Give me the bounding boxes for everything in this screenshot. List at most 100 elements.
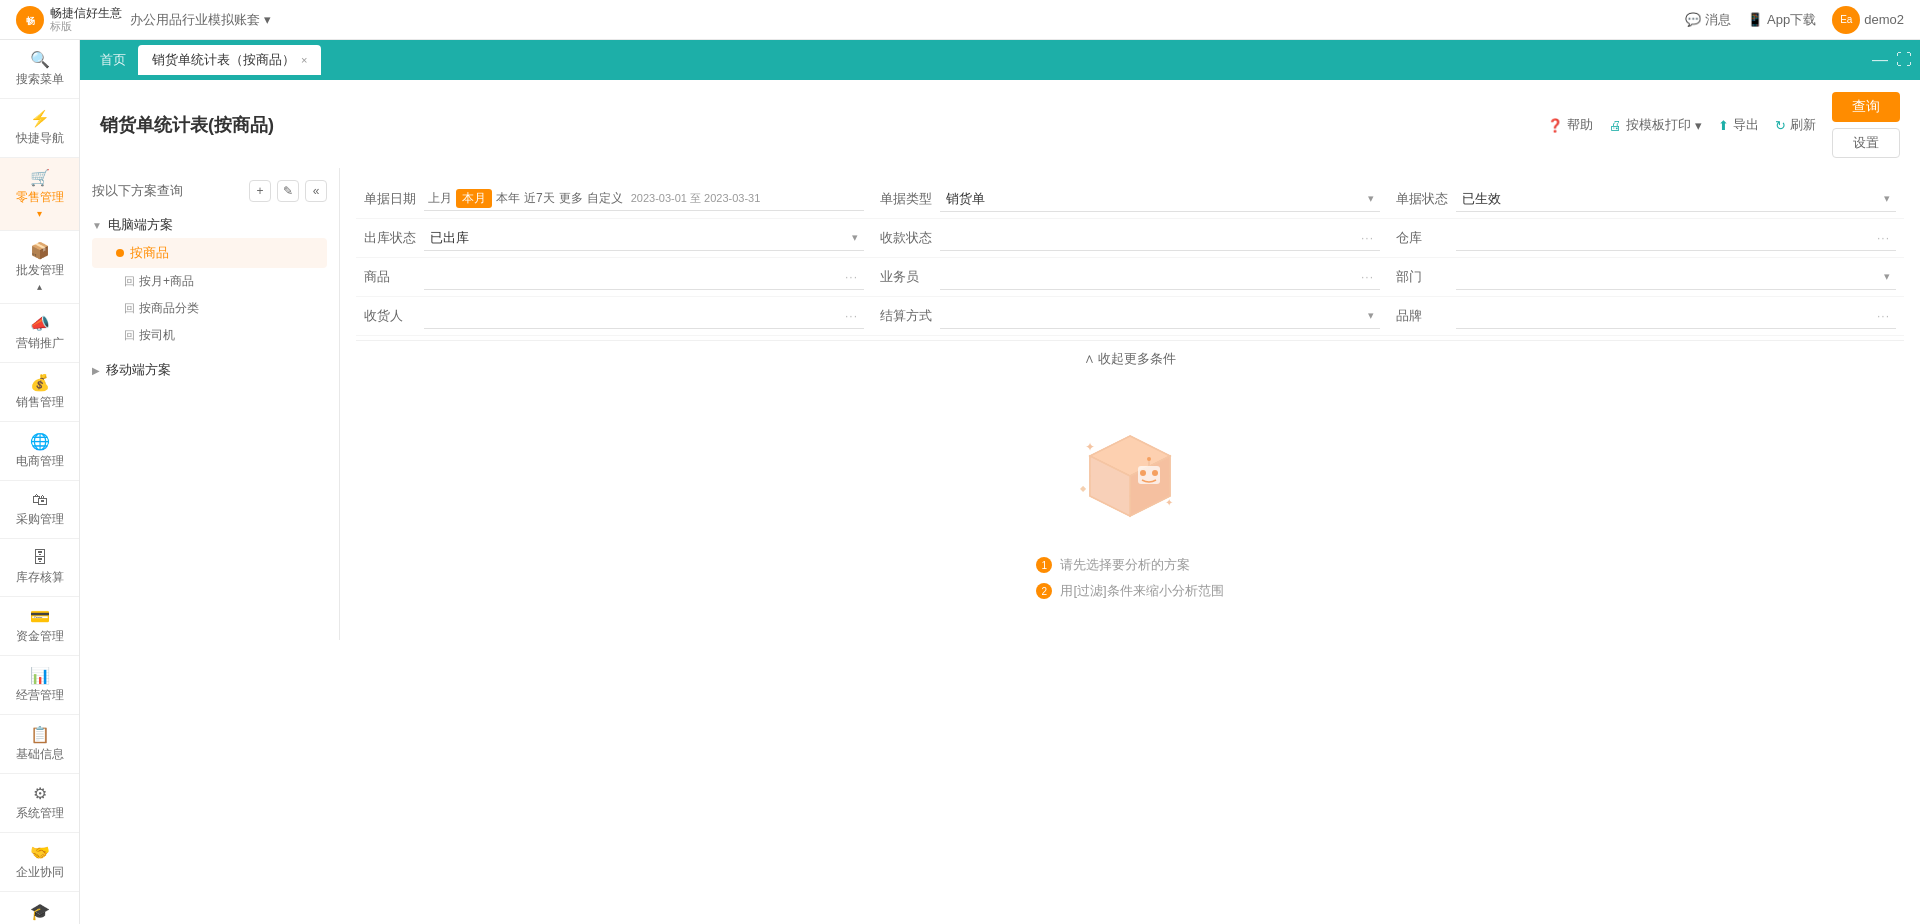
help-icon: ❓ — [1547, 118, 1563, 133]
empty-illustration: ✦ ✦ ◆ — [1070, 416, 1190, 536]
sidebar-item-system-label: 系统管理 — [4, 805, 75, 822]
date-tab-this-year[interactable]: 本年 — [496, 190, 520, 207]
out-status-arrow-icon: ▾ — [852, 231, 858, 244]
date-tab-more[interactable]: 更多 — [559, 190, 583, 207]
sidebar-item-finance[interactable]: 💳 资金管理 — [0, 597, 79, 656]
sidebar-item-quicknav[interactable]: ⚡ 快捷导航 — [0, 99, 79, 158]
tab-sales-statistics[interactable]: 销货单统计表（按商品） × — [138, 45, 321, 75]
settings-button[interactable]: 设置 — [1832, 128, 1900, 158]
scheme-panel-header: 按以下方案查询 + ✎ « — [92, 180, 327, 202]
tab-active-label: 销货单统计表（按商品） — [152, 51, 295, 69]
add-scheme-button[interactable]: + — [249, 180, 271, 202]
expand-button[interactable]: ⛶ — [1896, 51, 1912, 69]
sidebar-item-operations[interactable]: 📊 经营管理 — [0, 656, 79, 715]
sidebar-item-newuser[interactable]: 🎓 新手引导 — [0, 892, 79, 924]
help-button[interactable]: ❓ 帮助 — [1547, 116, 1593, 134]
brand-filter[interactable]: ··· — [1456, 303, 1896, 329]
hint-num-1: 1 — [1036, 557, 1052, 573]
content-main: ✦ ✦ ◆ 1 请先选择要分析的方案 — [340, 376, 1920, 640]
help-label: 帮助 — [1567, 116, 1593, 134]
staff-filter[interactable]: ··· — [940, 264, 1380, 290]
pay-status-filter[interactable]: ··· — [940, 225, 1380, 251]
status-filter-control[interactable]: 已生效 ▾ — [1456, 186, 1896, 212]
action-btns: 查询 设置 — [1832, 92, 1900, 158]
date-tab-last-month[interactable]: 上月 — [428, 190, 452, 207]
sidebar-item-quicknav-label: 快捷导航 — [4, 130, 75, 147]
scheme-group-mobile-header[interactable]: ▶ 移动端方案 — [92, 357, 327, 383]
scheme-item-by-goods[interactable]: 按商品 — [92, 238, 327, 268]
warehouse-filter[interactable]: ··· — [1456, 225, 1896, 251]
user-menu[interactable]: Ea demo2 — [1832, 6, 1904, 34]
right-actions: ❓ 帮助 🖨 按模板打印 ▾ ⬆ 导出 ↻ 刷新 — [1547, 92, 1900, 158]
date-filter-control[interactable]: 上月 本月 本年 近7天 更多 自定义 2023-03-01 至 2023-03… — [424, 187, 864, 211]
sidebar-item-search-label: 搜索菜单 — [4, 71, 75, 88]
refresh-icon: ↻ — [1775, 118, 1786, 133]
hint-text-1: 请先选择要分析的方案 — [1060, 556, 1190, 574]
username-label: demo2 — [1864, 12, 1904, 27]
date-tab-custom[interactable]: 自定义 — [587, 190, 623, 207]
sub-scheme-driver[interactable]: 回 按司机 — [92, 322, 327, 349]
sidebar-item-inventory[interactable]: 🗄 库存核算 — [0, 539, 79, 597]
sidebar-item-marketing[interactable]: 📣 营销推广 — [0, 304, 79, 363]
sales-icon: 💰 — [4, 373, 75, 392]
sidebar-item-search[interactable]: 🔍 搜索菜单 — [0, 40, 79, 99]
print-button[interactable]: 🖨 按模板打印 ▾ — [1609, 116, 1702, 134]
type-arrow-icon: ▾ — [1368, 192, 1374, 205]
sidebar-item-sales[interactable]: 💰 销售管理 — [0, 363, 79, 422]
goods-filter[interactable]: ··· — [424, 264, 864, 290]
query-button[interactable]: 查询 — [1832, 92, 1900, 122]
sidebar-item-inventory-label: 库存核算 — [4, 569, 75, 586]
quicknav-icon: ⚡ — [4, 109, 75, 128]
message-button[interactable]: 💬 消息 — [1685, 11, 1731, 29]
dept-filter[interactable]: ▾ — [1456, 264, 1896, 290]
workspace-selector[interactable]: 办公用品行业模拟账套 ▾ — [130, 11, 271, 29]
sidebar-item-ecommerce[interactable]: 🌐 电商管理 — [0, 422, 79, 481]
tab-home[interactable]: 首页 — [88, 51, 138, 69]
sub-scheme-month-goods[interactable]: 回 按月+商品 — [92, 268, 327, 295]
sidebar-item-basic[interactable]: 📋 基础信息 — [0, 715, 79, 774]
filter-area: 单据日期 上月 本月 本年 近7天 更多 自定义 2023-03-01 至 20… — [340, 168, 1920, 376]
sub-scheme-label-2: 按商品分类 — [139, 300, 199, 317]
sidebar-item-enterprise[interactable]: 🤝 企业协同 — [0, 833, 79, 892]
enterprise-icon: 🤝 — [4, 843, 75, 862]
date-tab-7days[interactable]: 近7天 — [524, 190, 555, 207]
type-filter-control[interactable]: 销货单 ▾ — [940, 186, 1380, 212]
sub-scheme-icon-1: 回 — [124, 274, 135, 289]
content-area: 首页 销货单统计表（按商品） × — ⛶ 销货单统计表(按商品) ❓ 帮助 — [80, 40, 1920, 924]
sidebar-item-retail[interactable]: 🛒 零售管理 ▾ — [0, 158, 79, 231]
page-top: 销货单统计表(按商品) ❓ 帮助 🖨 按模板打印 ▾ ⬆ 导出 — [80, 80, 1920, 168]
pay-status-dots: ··· — [1361, 231, 1374, 245]
out-status-filter[interactable]: 已出库 ▾ — [424, 225, 864, 251]
sub-scheme-category[interactable]: 回 按商品分类 — [92, 295, 327, 322]
sub-scheme-icon-3: 回 — [124, 328, 135, 343]
warehouse-label: 仓库 — [1396, 229, 1456, 247]
svg-point-10 — [1147, 457, 1151, 461]
edit-scheme-button[interactable]: ✎ — [277, 180, 299, 202]
hint-num-2: 2 — [1036, 583, 1052, 599]
scheme-group-pc-header[interactable]: ▼ 电脑端方案 — [92, 212, 327, 238]
refresh-button[interactable]: ↻ 刷新 — [1775, 116, 1816, 134]
app-download-button[interactable]: 📱 App下载 — [1747, 11, 1816, 29]
receiver-dots: ··· — [845, 309, 858, 323]
export-button[interactable]: ⬆ 导出 — [1718, 116, 1759, 134]
sidebar-item-purchase[interactable]: 🛍 采购管理 — [0, 481, 79, 539]
status-value: 已生效 — [1462, 190, 1884, 208]
sidebar-item-ecommerce-label: 电商管理 — [4, 453, 75, 470]
sidebar-item-system[interactable]: ⚙ 系统管理 — [0, 774, 79, 833]
avatar: Ea — [1832, 6, 1860, 34]
empty-state: ✦ ✦ ◆ 1 请先选择要分析的方案 — [996, 376, 1263, 640]
retail-icon: 🛒 — [4, 168, 75, 187]
mobile-group-label: 移动端方案 — [106, 361, 171, 379]
basic-icon: 📋 — [4, 725, 75, 744]
payment-filter[interactable]: ▾ — [940, 303, 1380, 329]
collapse-scheme-button[interactable]: « — [305, 180, 327, 202]
collapse-button[interactable]: ∧ 收起更多条件 — [1084, 350, 1177, 368]
receiver-filter[interactable]: ··· — [424, 303, 864, 329]
sidebar-item-wholesale[interactable]: 📦 批发管理 ▴ — [0, 231, 79, 304]
minimize-button[interactable]: — — [1872, 51, 1888, 69]
date-tab-this-month[interactable]: 本月 — [456, 189, 492, 208]
print-label: 按模板打印 — [1626, 116, 1691, 134]
status-arrow-icon: ▾ — [1884, 192, 1890, 205]
page-title: 销货单统计表(按商品) — [100, 113, 274, 137]
tab-close-button[interactable]: × — [301, 54, 307, 66]
